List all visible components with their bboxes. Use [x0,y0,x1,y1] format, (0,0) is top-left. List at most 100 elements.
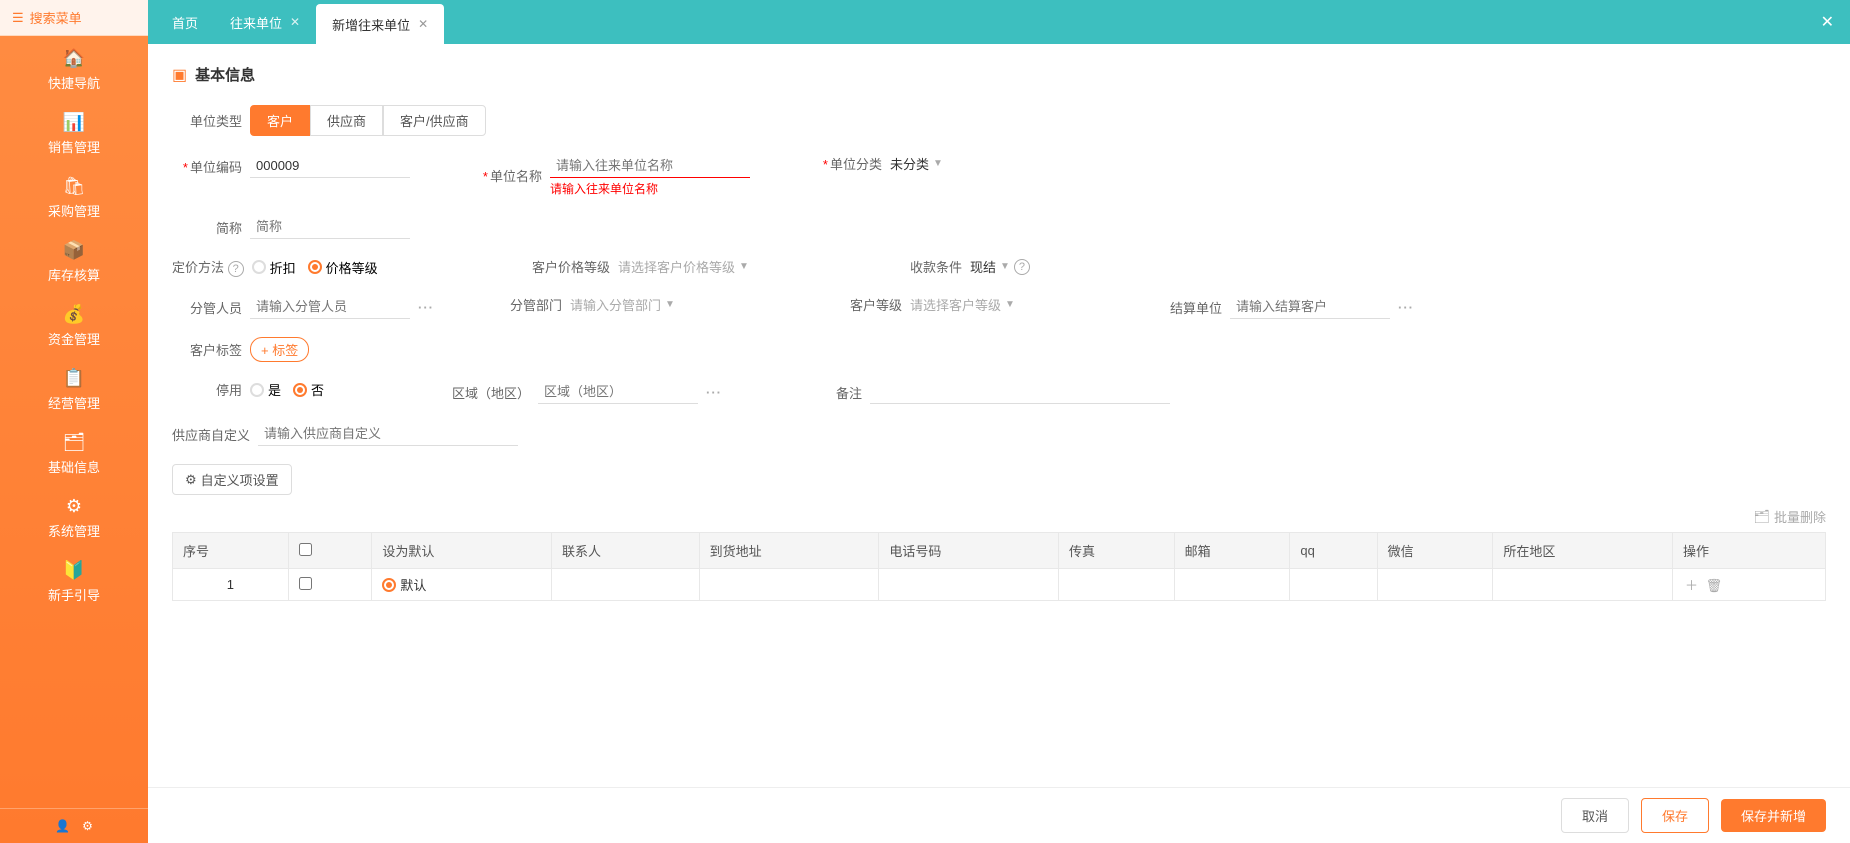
unit-type-group-container: 单位类型 客户 供应商 客户/供应商 [172,105,1826,136]
save-button[interactable]: 保存 [1641,798,1709,833]
tab-new-partner-close[interactable]: ✕ [418,17,428,31]
row-default-label: 默认 [400,575,426,594]
main-area: 首页 往来单位 ✕ 新增往来单位 ✕ ✕ ▣ 基本信息 单位类型 客户 供应商 [148,0,1850,843]
sidebar-item-finance[interactable]: 💰 资金管理 [0,292,148,356]
unit-category-label: *单位分类 [812,154,882,173]
sidebar-item-operations[interactable]: 📋 经营管理 [0,356,148,420]
department-arrow: ▼ [665,299,675,310]
col-phone: 电话号码 [879,533,1059,569]
customer-tag-row: 客户标签 + 标签 [172,337,1826,362]
unit-name-error: 请输入往来单位名称 [550,180,750,197]
short-name-input[interactable] [250,215,410,239]
radio-price-level[interactable]: 价格等级 [308,258,378,277]
radio-yes-circle [250,383,264,397]
window-close-button[interactable]: ✕ [1813,8,1842,36]
manager-label: 分管人员 [172,298,242,317]
tab-partners-close[interactable]: ✕ [290,15,300,29]
customer-price-select[interactable]: 请选择客户价格等级 ▼ [618,257,778,276]
row-add-icon[interactable]: ＋ [1685,578,1698,593]
sidebar-user-icon[interactable]: 👤 [55,819,70,833]
unit-code-input[interactable] [250,154,410,178]
clipboard-icon: 📋 [63,368,85,389]
bottom-bar: 取消 保存 保存并新增 [148,787,1850,843]
payment-terms-select[interactable]: 现结 ▼ ? [970,257,1130,276]
row-contact [552,569,700,601]
disabled-label: 停用 [172,380,242,399]
table-row: 1 默认 [173,569,1826,601]
payment-terms-help[interactable]: ? [1014,259,1030,275]
batch-delete-label[interactable]: 批量删除 [1774,507,1826,526]
table-header-row: 序号 设为默认 联系人 到货地址 电话号码 传真 邮箱 qq 微信 所在地区 操… [173,533,1826,569]
settlement-more-icon[interactable]: ··· [1398,300,1414,315]
select-all-checkbox[interactable] [299,543,312,556]
sidebar-item-inventory[interactable]: 📦 库存核算 [0,228,148,292]
remark-input[interactable] [870,380,1170,404]
sidebar-item-purchase[interactable]: 🛍 采购管理 [0,164,148,228]
unit-name-input[interactable] [550,154,750,178]
section-title: 基本信息 [195,64,255,85]
unit-name-label: *单位名称 [472,166,542,185]
supplier-custom-group: 供应商自定义 [172,422,1826,446]
sidebar-item-label: 库存核算 [48,265,100,284]
tab-new-partner[interactable]: 新增往来单位 ✕ [316,4,444,44]
sidebar-item-label: 快捷导航 [48,73,100,92]
unit-type-buttons: 客户 供应商 客户/供应商 [250,105,486,136]
sidebar-item-label: 采购管理 [48,201,100,220]
sidebar-item-quick-nav[interactable]: 🏠 快捷导航 [0,36,148,100]
unit-code-label: *单位编码 [172,157,242,176]
payment-terms-arrow: ▼ [1000,261,1010,272]
row-delete-icon[interactable]: 🗑 [1706,578,1723,593]
unit-code-group: *单位编码 [172,154,472,178]
unit-category-value: 未分类 [890,154,929,173]
short-name-row: 简称 [172,215,1826,239]
pricing-radio-group: 折扣 价格等级 [252,258,378,277]
row-default-radio[interactable]: 默认 [382,575,541,594]
customer-level-select[interactable]: 请选择客户等级 ▼ [910,295,1070,314]
region-input[interactable] [538,380,698,404]
department-select[interactable]: 请输入分管部门 ▼ [570,295,730,314]
radio-price-level-circle [308,260,322,274]
supplier-custom-input[interactable] [258,422,518,446]
unit-category-select[interactable]: 未分类 ▼ [890,154,1050,173]
radio-discount-circle [252,260,266,274]
sidebar-item-sales[interactable]: 📊 销售管理 [0,100,148,164]
save-new-button[interactable]: 保存并新增 [1721,799,1826,832]
sidebar-item-system[interactable]: ⚙ 系统管理 [0,484,148,548]
col-default: 设为默认 [372,533,552,569]
tab-partners[interactable]: 往来单位 ✕ [214,0,316,44]
sidebar-item-basics[interactable]: 🗂 基础信息 [0,420,148,484]
code-name-category-row: *单位编码 *单位名称 请输入往来单位名称 *单位分类 [172,154,1826,197]
sidebar-item-guide[interactable]: 🔰 新手引导 [0,548,148,612]
region-more-icon[interactable]: ··· [706,385,722,400]
radio-disabled-yes[interactable]: 是 [250,380,281,399]
unit-type-both[interactable]: 客户/供应商 [383,105,486,136]
department-placeholder: 请输入分管部门 [570,295,661,314]
home-icon: 🏠 [63,48,85,69]
unit-type-supplier[interactable]: 供应商 [310,105,383,136]
radio-discount[interactable]: 折扣 [252,258,296,277]
tab-home[interactable]: 首页 [156,0,214,44]
radio-disabled-no[interactable]: 否 [293,380,324,399]
gear-small-icon: ⚙ [185,472,197,488]
search-menu-button[interactable]: ☰ 搜索菜单 [0,0,148,36]
manager-input[interactable] [250,295,410,319]
customer-level-label: 客户等级 [832,295,902,314]
radio-yes-label: 是 [268,380,281,399]
gear-icon: ⚙ [66,496,82,517]
add-tag-button[interactable]: + 标签 [250,337,309,362]
radio-discount-label: 折扣 [270,258,296,277]
box-icon: 📦 [63,240,85,261]
sidebar-settings-icon[interactable]: ⚙ [82,819,93,833]
department-group: 分管部门 请输入分管部门 ▼ [492,295,832,314]
manager-more-icon[interactable]: ··· [418,300,434,315]
unit-type-customer[interactable]: 客户 [250,105,310,136]
settlement-input[interactable] [1230,295,1390,319]
cancel-button[interactable]: 取消 [1561,798,1629,833]
search-icon: ☰ [12,10,24,26]
pricing-help-icon[interactable]: ? [228,261,244,277]
custom-setting-button[interactable]: ⚙ 自定义项设置 [172,464,292,495]
pricing-method-group: 定价方法 ? 折扣 价格等级 [172,257,532,277]
manager-row: 分管人员 ··· 分管部门 请输入分管部门 ▼ 客户等级 请选择客户等级 ▼ 结… [172,295,1826,319]
row-default-cell: 默认 [372,569,552,601]
row-checkbox[interactable] [299,577,312,590]
